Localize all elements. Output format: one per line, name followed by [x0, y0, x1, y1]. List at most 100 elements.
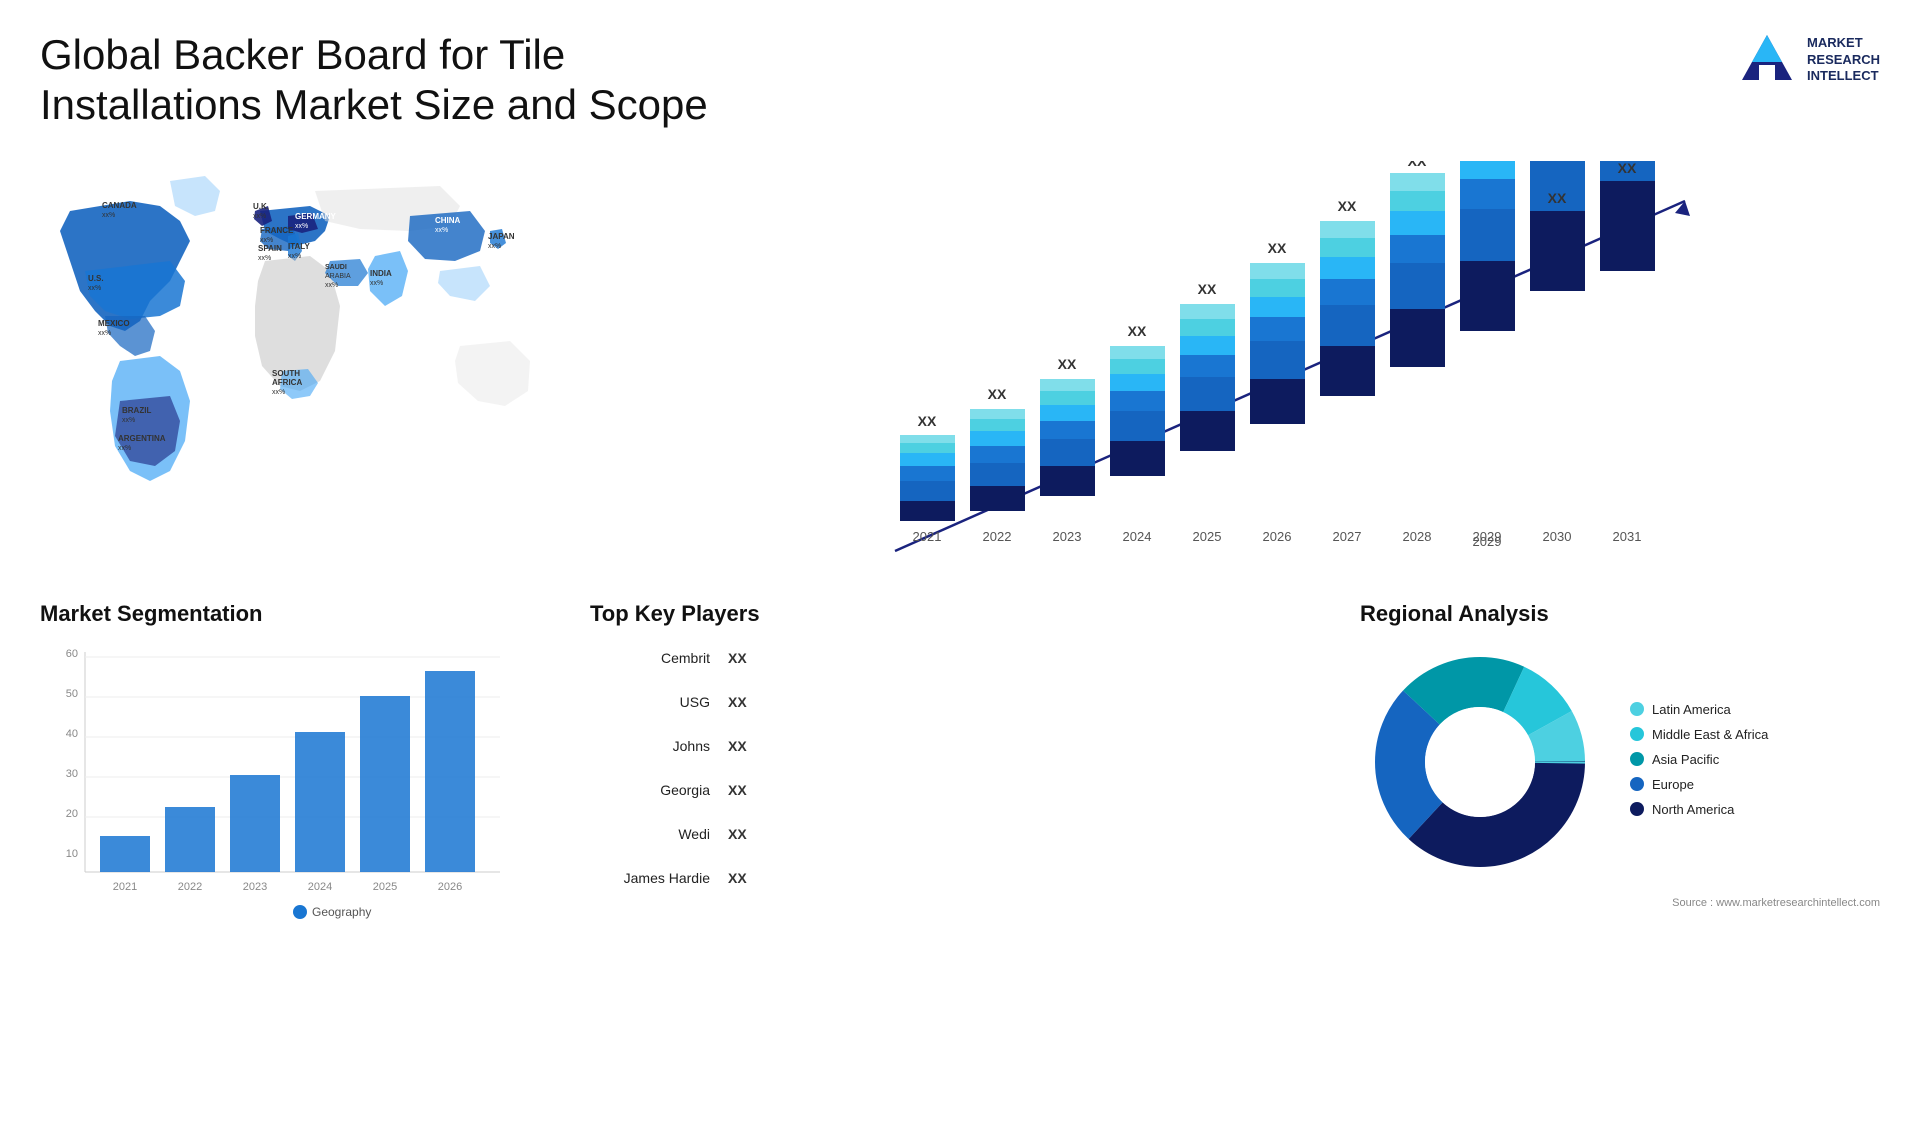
key-players-section: Top Key Players CembritXXUSGXXJohnsXXGeo… [590, 601, 1330, 927]
donut-container: Latin America Middle East & Africa Asia … [1360, 642, 1880, 887]
source-note: Source : www.marketresearchintellect.com [1360, 897, 1880, 909]
svg-text:XX: XX [918, 413, 937, 429]
svg-text:xx%: xx% [98, 330, 111, 337]
svg-text:XX: XX [1128, 323, 1147, 339]
svg-text:10: 10 [66, 848, 78, 860]
svg-text:JAPAN: JAPAN [488, 232, 515, 241]
legend-label-latin: Latin America [1652, 702, 1731, 717]
logo-area: MARKET RESEARCH INTELLECT [1737, 30, 1880, 90]
svg-text:2027: 2027 [1333, 529, 1362, 544]
svg-text:40: 40 [66, 728, 78, 740]
legend-label-mea: Middle East & Africa [1652, 727, 1768, 742]
player-bar-container: XX [720, 730, 1330, 762]
svg-text:CHINA: CHINA [435, 216, 461, 225]
svg-text:XX: XX [1198, 281, 1217, 297]
svg-text:xx%: xx% [253, 213, 266, 220]
player-bar-container: XX [720, 818, 1330, 850]
player-bar-container: XX [720, 686, 1330, 718]
page: Global Backer Board for Tile Installatio… [0, 0, 1920, 1146]
svg-text:2022: 2022 [983, 529, 1012, 544]
player-row: USG XX [590, 686, 1330, 718]
legend-item-apac: Asia Pacific [1630, 752, 1768, 767]
svg-text:xx%: xx% [122, 417, 135, 424]
player-row: James HardieXX [590, 862, 1330, 894]
legend-dot-apac [1630, 752, 1644, 766]
player-bar-container: XX [720, 642, 1330, 674]
legend-label-europe: Europe [1652, 777, 1694, 792]
legend-dot-na [1630, 802, 1644, 816]
header: Global Backer Board for Tile Installatio… [40, 30, 1880, 131]
player-name: Cembrit [590, 650, 710, 666]
segmentation-chart: 60 50 40 30 20 10 [40, 642, 520, 922]
svg-text:xx%: xx% [88, 285, 101, 292]
svg-text:U.S.: U.S. [88, 274, 104, 283]
svg-text:60: 60 [66, 648, 78, 660]
svg-text:SPAIN: SPAIN [258, 244, 282, 253]
logo-text: MARKET RESEARCH INTELLECT [1807, 35, 1880, 86]
regional-title: Regional Analysis [1360, 601, 1880, 627]
player-bar-container: XX [720, 862, 1330, 894]
map-section: CANADA xx% U.S. xx% MEXICO xx% BRAZIL xx… [40, 151, 620, 571]
svg-text:2025: 2025 [373, 881, 397, 893]
world-map-svg: CANADA xx% U.S. xx% MEXICO xx% BRAZIL xx… [40, 151, 600, 551]
player-name: USG [590, 694, 710, 710]
svg-text:INDIA: INDIA [370, 269, 392, 278]
svg-text:xx%: xx% [272, 389, 285, 396]
bottom-row: Market Segmentation 60 50 40 30 20 10 [40, 601, 1880, 927]
svg-text:ITALY: ITALY [288, 242, 310, 251]
svg-text:XX: XX [1548, 190, 1567, 206]
page-title: Global Backer Board for Tile Installatio… [40, 30, 740, 131]
svg-text:xx%: xx% [288, 253, 301, 260]
legend-label-apac: Asia Pacific [1652, 752, 1719, 767]
svg-text:SOUTH: SOUTH [272, 369, 300, 378]
svg-text:2029: 2029 [1473, 534, 1502, 549]
svg-text:CANADA: CANADA [102, 201, 137, 210]
legend-item-na: North America [1630, 802, 1768, 817]
svg-text:2024: 2024 [308, 881, 332, 893]
map-container: CANADA xx% U.S. xx% MEXICO xx% BRAZIL xx… [40, 151, 620, 571]
player-value: XX [728, 782, 747, 798]
svg-text:XX: XX [1618, 161, 1637, 176]
svg-text:XX: XX [1338, 198, 1357, 214]
svg-text:2021: 2021 [913, 529, 942, 544]
player-bar-container: XX [720, 774, 1330, 806]
svg-text:2025: 2025 [1193, 529, 1222, 544]
svg-text:BRAZIL: BRAZIL [122, 406, 151, 415]
svg-text:FRANCE: FRANCE [260, 226, 294, 235]
svg-text:xx%: xx% [295, 223, 308, 230]
segmentation-section: Market Segmentation 60 50 40 30 20 10 [40, 601, 560, 927]
svg-text:XX: XX [988, 386, 1007, 402]
player-value: XX [728, 738, 747, 754]
player-value: XX [728, 826, 747, 842]
svg-text:20: 20 [66, 808, 78, 820]
player-value: XX [728, 650, 747, 666]
players-list: CembritXXUSGXXJohnsXXGeorgiaXXWediXXJame… [590, 642, 1330, 894]
regional-section: Regional Analysis [1360, 601, 1880, 927]
player-name: Wedi [590, 826, 710, 842]
svg-text:ARGENTINA: ARGENTINA [118, 434, 166, 443]
bar-chart-section: XX 2021 XX 2022 XX 2023 [650, 151, 1880, 571]
legend-item-europe: Europe [1630, 777, 1768, 792]
legend-dot-latin [1630, 702, 1644, 716]
svg-text:XX: XX [1408, 161, 1427, 169]
svg-text:xx%: xx% [118, 445, 131, 452]
svg-text:30: 30 [66, 768, 78, 780]
svg-text:U.K.: U.K. [253, 202, 269, 211]
segmentation-title: Market Segmentation [40, 601, 560, 627]
svg-text:XX: XX [1058, 356, 1077, 372]
main-grid: CANADA xx% U.S. xx% MEXICO xx% BRAZIL xx… [40, 151, 1880, 927]
players-title: Top Key Players [590, 601, 1330, 627]
svg-text:SAUDI: SAUDI [325, 264, 347, 271]
svg-text:xx%: xx% [102, 212, 115, 219]
svg-text:ARABIA: ARABIA [325, 273, 351, 280]
legend-label-na: North America [1652, 802, 1734, 817]
player-value: XX [728, 870, 747, 886]
legend-dot-mea [1630, 727, 1644, 741]
player-row: JohnsXX [590, 730, 1330, 762]
svg-text:AFRICA: AFRICA [272, 378, 302, 387]
svg-text:2028: 2028 [1403, 529, 1432, 544]
player-row: GeorgiaXX [590, 774, 1330, 806]
donut-chart [1360, 642, 1600, 887]
svg-text:XX: XX [1478, 161, 1497, 164]
svg-text:xx%: xx% [488, 243, 501, 250]
